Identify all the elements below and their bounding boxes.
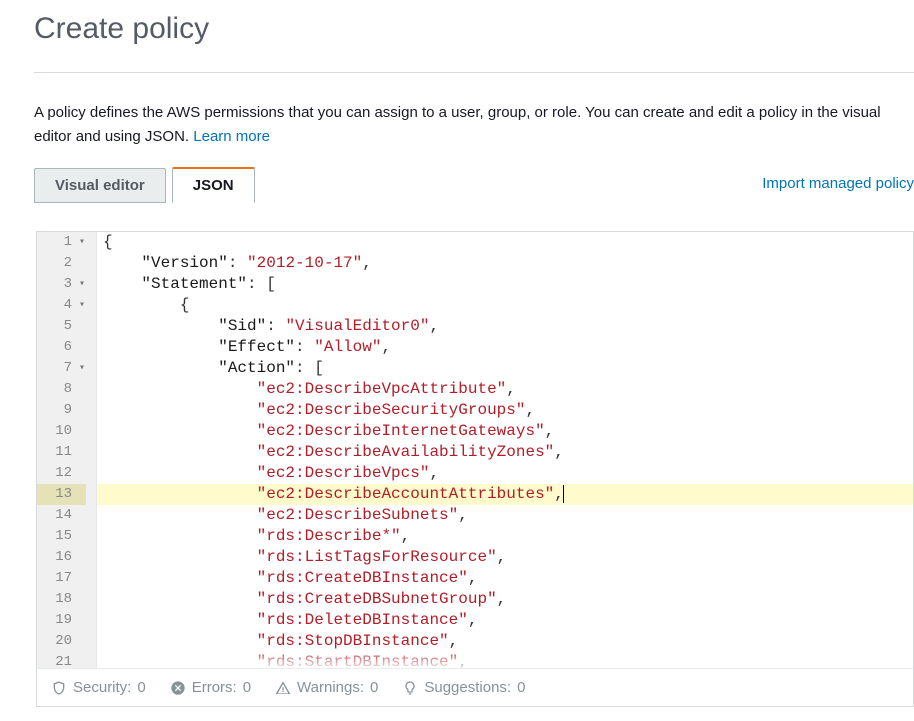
line-number: 20 [37, 631, 86, 652]
status-warnings: Warnings: 0 [275, 679, 378, 696]
status-security-count: 0 [137, 679, 145, 696]
error-icon [170, 680, 186, 696]
line-number: 21 [37, 652, 86, 668]
learn-more-link[interactable]: Learn more [193, 128, 270, 145]
code-line[interactable]: "rds:StartDBInstance", [103, 652, 913, 668]
line-number: 11 [37, 442, 86, 463]
page-title: Create policy [34, 12, 914, 46]
line-number: 5 [37, 316, 86, 337]
code-line[interactable]: "rds:ListTagsForResource", [103, 547, 913, 568]
bulb-icon [402, 680, 418, 696]
status-errors-label: Errors: [192, 679, 237, 696]
line-number: 7 [37, 358, 86, 379]
code-line[interactable]: "rds:CreateDBInstance", [103, 568, 913, 589]
code-line[interactable]: "rds:DeleteDBInstance", [103, 610, 913, 631]
line-number: 12 [37, 463, 86, 484]
code-line[interactable]: { [103, 232, 913, 253]
code-line[interactable]: "rds:StopDBInstance", [103, 631, 913, 652]
status-errors: Errors: 0 [170, 679, 251, 696]
line-number: 9 [37, 400, 86, 421]
line-number: 18 [37, 589, 86, 610]
code-line[interactable]: "ec2:DescribeSubnets", [103, 505, 913, 526]
status-warnings-count: 0 [370, 679, 378, 696]
code-line[interactable]: "Version": "2012-10-17", [103, 253, 913, 274]
line-number: 13 [37, 484, 86, 505]
tab-json[interactable]: JSON [172, 167, 255, 203]
status-suggestions-count: 0 [517, 679, 525, 696]
line-number: 15 [37, 526, 86, 547]
status-suggestions-label: Suggestions: [424, 679, 511, 696]
line-number: 6 [37, 337, 86, 358]
status-security-label: Security: [73, 679, 131, 696]
policy-description: A policy defines the AWS permissions tha… [34, 101, 914, 149]
line-number: 1 [37, 232, 86, 253]
code-line[interactable]: "ec2:DescribeVpcs", [103, 463, 913, 484]
warning-icon [275, 680, 291, 696]
shield-icon [51, 680, 67, 696]
description-text: A policy defines the AWS permissions tha… [34, 104, 881, 145]
text-cursor [563, 485, 564, 503]
line-number: 8 [37, 379, 86, 400]
code-line[interactable]: "ec2:DescribeInternetGateways", [103, 421, 913, 442]
status-errors-count: 0 [243, 679, 251, 696]
divider [34, 72, 914, 73]
editor-code-area[interactable]: { "Version": "2012-10-17", "Statement": … [97, 232, 913, 668]
code-line[interactable]: "ec2:DescribeAvailabilityZones", [103, 442, 913, 463]
line-number: 16 [37, 547, 86, 568]
code-line[interactable]: "Statement": [ [103, 274, 913, 295]
code-line[interactable]: "ec2:DescribeVpcAttribute", [103, 379, 913, 400]
line-number: 2 [37, 253, 86, 274]
tab-row: Visual editor JSON Import managed policy [34, 167, 914, 203]
code-line[interactable]: "Effect": "Allow", [103, 337, 913, 358]
line-number: 10 [37, 421, 86, 442]
json-editor[interactable]: 123456789101112131415161718192021 { "Ver… [36, 231, 914, 707]
status-security: Security: 0 [51, 679, 146, 696]
code-line[interactable]: "ec2:DescribeAccountAttributes", [97, 484, 913, 505]
status-suggestions: Suggestions: 0 [402, 679, 525, 696]
code-line[interactable]: { [103, 295, 913, 316]
line-number: 14 [37, 505, 86, 526]
code-line[interactable]: "ec2:DescribeSecurityGroups", [103, 400, 913, 421]
line-number: 4 [37, 295, 86, 316]
editor-status-bar: Security: 0 Errors: 0 Warnings: 0 Sugges… [37, 668, 913, 706]
import-managed-policy-link[interactable]: Import managed policy [762, 175, 914, 192]
line-number: 19 [37, 610, 86, 631]
line-number: 17 [37, 568, 86, 589]
code-line[interactable]: "Sid": "VisualEditor0", [103, 316, 913, 337]
tab-visual-editor[interactable]: Visual editor [34, 168, 166, 203]
code-line[interactable]: "rds:Describe*", [103, 526, 913, 547]
editor-gutter: 123456789101112131415161718192021 [37, 232, 97, 668]
line-number: 3 [37, 274, 86, 295]
code-line[interactable]: "rds:CreateDBSubnetGroup", [103, 589, 913, 610]
status-warnings-label: Warnings: [297, 679, 364, 696]
code-line[interactable]: "Action": [ [103, 358, 913, 379]
